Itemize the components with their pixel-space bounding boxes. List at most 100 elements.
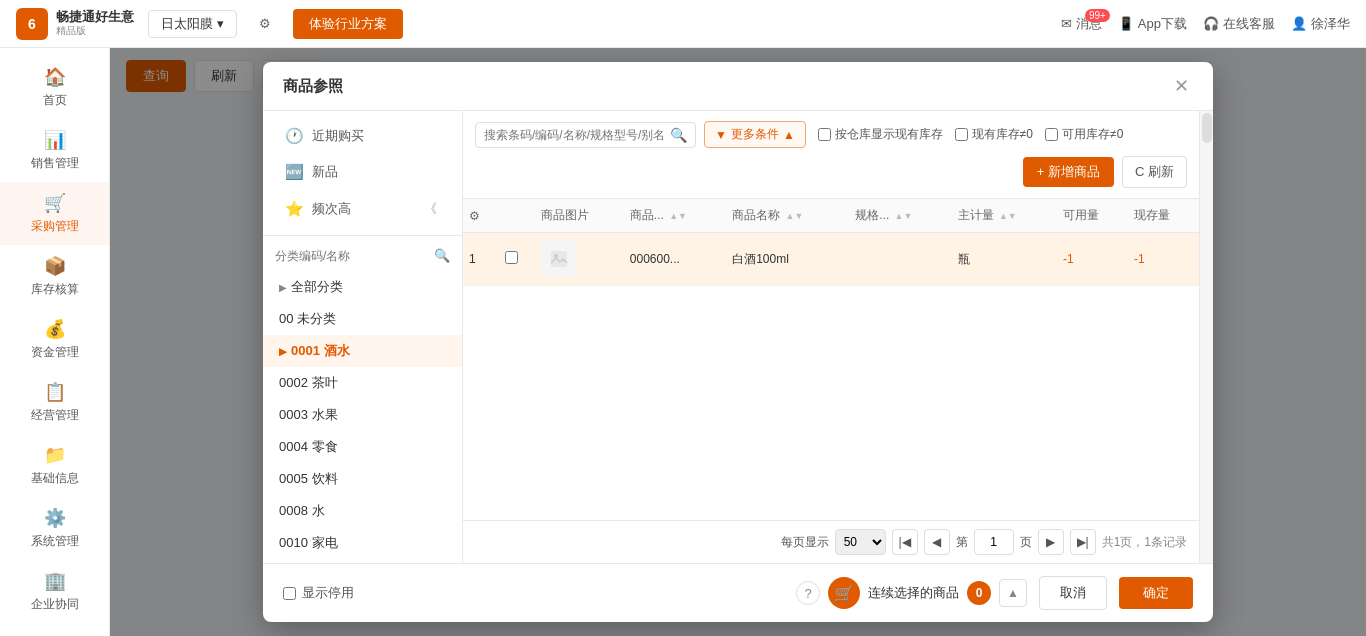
nav-gear-btn[interactable]: ⚙: [249, 8, 281, 40]
scroll-thumb[interactable]: [1202, 113, 1212, 143]
tab-recent-purchase[interactable]: 🕐 近期购买: [275, 119, 450, 153]
cat-item-0010[interactable]: 0010 家电: [263, 527, 462, 559]
cancel-btn[interactable]: 取消: [1039, 576, 1107, 610]
refresh-btn[interactable]: C 刷新: [1122, 156, 1187, 188]
modal-footer: 显示停用 ? 🛒 连续选择的商品 0 ▲ 取消 确定: [263, 563, 1213, 622]
new-icon: 🆕: [285, 163, 304, 181]
more-filter-btn[interactable]: ▼ 更多条件 ▲: [704, 121, 806, 148]
disabled-checkbox[interactable]: [283, 587, 296, 600]
per-page-select[interactable]: 50 20 100: [835, 529, 886, 555]
username: 徐泽华: [1311, 15, 1350, 33]
modal-close-btn[interactable]: ✕: [1169, 74, 1193, 98]
right-panel: 🔍 ▼ 更多条件 ▲ 按仓库显示现有库存: [463, 111, 1199, 563]
sidebar-item-finance[interactable]: 💰 资金管理: [0, 308, 109, 371]
table-row[interactable]: 1: [463, 233, 1199, 286]
inventory-icon: 📦: [44, 255, 66, 277]
row-stock: -1: [1128, 233, 1199, 286]
collapse-up-btn[interactable]: ▲: [999, 579, 1027, 607]
finance-icon: 💰: [44, 318, 66, 340]
confirm-btn[interactable]: 确定: [1119, 577, 1193, 609]
service-btn[interactable]: 🎧 在线客服: [1203, 15, 1275, 33]
cat-item-0008[interactable]: 0008 水: [263, 495, 462, 527]
content-area: 查询 刷新 设置 商品参照 ✕: [110, 48, 1366, 636]
page-next-btn[interactable]: ▶: [1038, 529, 1064, 555]
sidebar-item-guide[interactable]: 📖 新手引导: [0, 623, 109, 636]
page-first-btn[interactable]: |◀: [892, 529, 918, 555]
col-spec[interactable]: 规格... ▲▼: [849, 199, 951, 233]
page-prev-btn[interactable]: ◀: [924, 529, 950, 555]
tab-new-product[interactable]: 🆕 新品: [275, 155, 450, 189]
sidebar-item-inventory[interactable]: 📦 库存核算: [0, 245, 109, 308]
cb-available[interactable]: 可用库存≠0: [1045, 126, 1123, 143]
tab-frequent-label: 频次高: [312, 200, 351, 218]
product-search-icon[interactable]: 🔍: [670, 127, 687, 143]
col-settings[interactable]: ⚙: [463, 199, 499, 233]
row-checkbox[interactable]: [505, 251, 518, 264]
nav-right: ✉ 消息 99+ 📱 App下载 🎧 在线客服 👤 徐泽华: [1061, 15, 1350, 33]
user-menu-btn[interactable]: 👤 徐泽华: [1291, 15, 1350, 33]
col-available: 可用量: [1057, 199, 1128, 233]
help-icon[interactable]: ?: [796, 581, 820, 605]
sidebar-item-ops[interactable]: 📋 经营管理: [0, 371, 109, 434]
cat-item-all[interactable]: ▶ 全部分类: [263, 271, 462, 303]
show-disabled-checkbox[interactable]: 显示停用: [283, 584, 354, 602]
tab-frequent[interactable]: ⭐ 频次高 《: [275, 191, 450, 227]
product-search-input[interactable]: [484, 128, 664, 142]
available-checkbox[interactable]: [1045, 128, 1058, 141]
trial-btn[interactable]: 体验行业方案: [293, 9, 403, 39]
cb-warehouse[interactable]: 按仓库显示现有库存: [818, 126, 943, 143]
product-table: ⚙ 商品图片 商品... ▲▼: [463, 199, 1199, 520]
sidebar-item-home[interactable]: 🏠 首页: [0, 56, 109, 119]
cat-label: 全部分类: [291, 278, 343, 296]
col-name[interactable]: 商品名称 ▲▼: [726, 199, 849, 233]
right-toolbar: 🔍 ▼ 更多条件 ▲ 按仓库显示现有库存: [463, 111, 1199, 199]
nav-dropdown-text: 日太阳膜: [161, 15, 213, 33]
col-code[interactable]: 商品... ▲▼: [624, 199, 726, 233]
product-thumb: [541, 241, 577, 277]
cat-label: 0003 水果: [279, 406, 338, 424]
cat-label: 0008 水: [279, 502, 325, 520]
chevron-up-icon: ▲: [783, 128, 795, 142]
cat-item-0004[interactable]: 0004 零食: [263, 431, 462, 463]
message-icon: ✉: [1061, 16, 1072, 31]
warehouse-checkbox[interactable]: [818, 128, 831, 141]
row-name: 白酒100ml: [726, 233, 849, 286]
app-download-btn[interactable]: 📱 App下载: [1118, 15, 1187, 33]
page-input[interactable]: [974, 529, 1014, 555]
product-search-box: 🔍: [475, 122, 696, 148]
cat-item-00[interactable]: 00 未分类: [263, 303, 462, 335]
cat-item-0002[interactable]: 0002 茶叶: [263, 367, 462, 399]
existing-checkbox[interactable]: [955, 128, 968, 141]
cat-item-0003[interactable]: 0003 水果: [263, 399, 462, 431]
sidebar-item-sales[interactable]: 📊 销售管理: [0, 119, 109, 182]
cart-btn[interactable]: 🛒: [828, 577, 860, 609]
add-product-btn[interactable]: + 新增商品: [1023, 157, 1114, 187]
sidebar-item-system[interactable]: ⚙️ 系统管理: [0, 497, 109, 560]
sidebar-item-purchase[interactable]: 🛒 采购管理: [0, 182, 109, 245]
scroll-track[interactable]: [1199, 111, 1213, 563]
collapse-left-btn[interactable]: 《: [420, 199, 440, 219]
sidebar-label-system: 系统管理: [31, 533, 79, 550]
cat-label: 0010 家电: [279, 534, 338, 552]
headset-icon: 🎧: [1203, 16, 1219, 31]
cb-existing[interactable]: 现有库存≠0: [955, 126, 1033, 143]
cat-item-0001[interactable]: ▶ 0001 酒水: [263, 335, 462, 367]
sidebar-label-inventory: 库存核算: [31, 281, 79, 298]
nav-dropdown[interactable]: 日太阳膜 ▾: [148, 10, 237, 38]
purchase-icon: 🛒: [44, 192, 66, 214]
nav-message-btn[interactable]: ✉ 消息 99+: [1061, 15, 1102, 33]
sidebar-label-home: 首页: [43, 92, 67, 109]
filter-label: 更多条件: [731, 126, 779, 143]
divider: [263, 235, 462, 236]
cat-search-icon[interactable]: 🔍: [434, 248, 450, 263]
page-last-btn[interactable]: ▶|: [1070, 529, 1096, 555]
row-check[interactable]: [499, 233, 535, 286]
sales-icon: 📊: [44, 129, 66, 151]
sidebar-item-enterprise[interactable]: 🏢 企业协同: [0, 560, 109, 623]
col-unit[interactable]: 主计量 ▲▼: [952, 199, 1057, 233]
cat-search-input[interactable]: [275, 249, 428, 263]
sort-arrows-unit: ▲▼: [999, 211, 1017, 221]
sort-arrows-code: ▲▼: [669, 211, 687, 221]
sidebar-item-basic[interactable]: 📁 基础信息: [0, 434, 109, 497]
cat-item-0005[interactable]: 0005 饮料: [263, 463, 462, 495]
